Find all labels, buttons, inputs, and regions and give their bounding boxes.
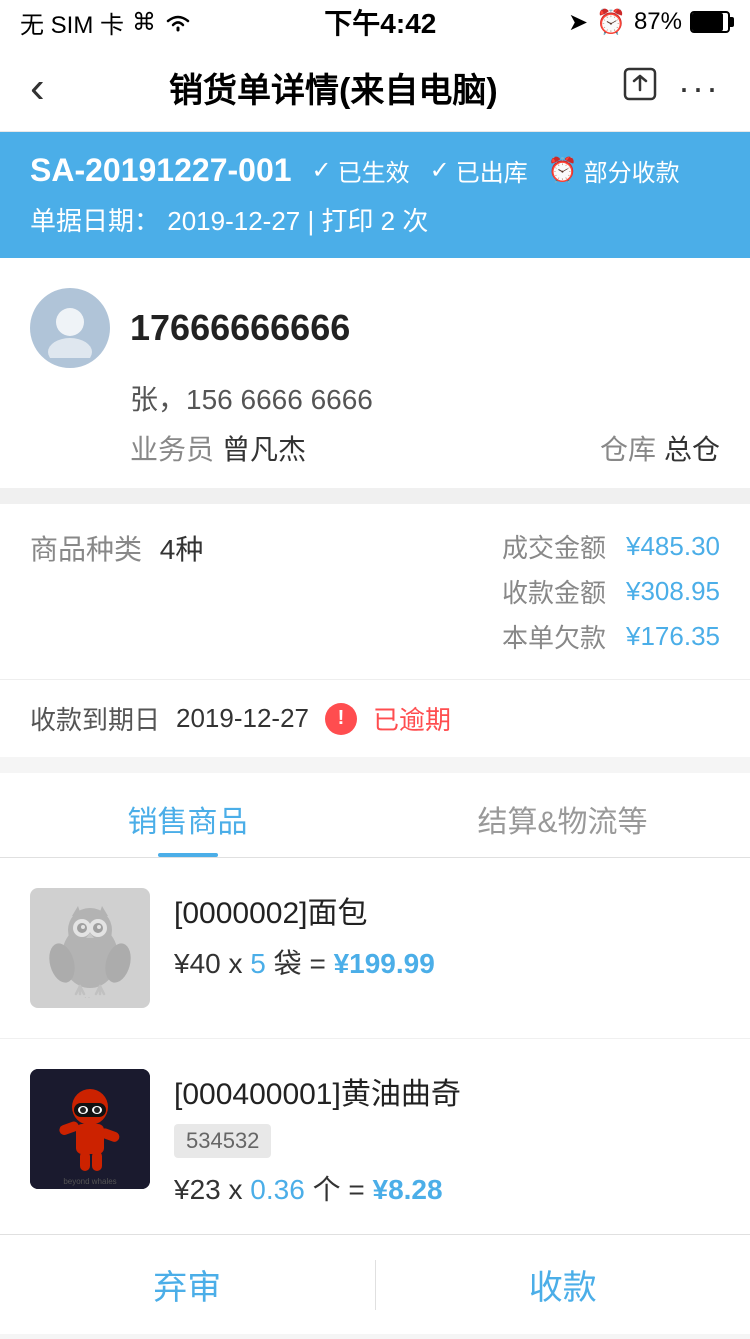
- due-label: 收款到期日: [30, 700, 160, 737]
- header-date-row: 单据日期： 2019-12-27 | 打印 2 次: [30, 201, 720, 238]
- warehouse-name: 总仓: [664, 428, 720, 468]
- order-id: SA-20191227-001: [30, 152, 292, 189]
- product-info-1: [0000002]面包 ¥40 x 5 袋 = ¥199.99: [174, 888, 720, 982]
- owed-value: ¥176.35: [626, 621, 720, 652]
- tab-settlement[interactable]: 结算&物流等: [375, 773, 750, 857]
- product-name-1: [0000002]面包: [174, 888, 720, 932]
- due-date: 2019-12-27: [176, 703, 309, 734]
- customer-section: 17666666666 张，156 6666 6666 业务员 曾凡杰 仓库 总…: [0, 258, 750, 488]
- avatar: [30, 288, 110, 368]
- status-bar-time: 下午4:42: [324, 2, 436, 42]
- summary-left: 商品种类 4种: [30, 528, 203, 574]
- summary-right: 成交金额 ¥485.30 收款金额 ¥308.95 本单欠款 ¥176.35: [502, 528, 720, 655]
- tab-sales-products[interactable]: 销售商品: [0, 773, 375, 857]
- collect-payment-button[interactable]: 收款: [376, 1240, 750, 1329]
- received-label: 收款金额: [502, 573, 606, 610]
- product-price-1: ¥40 x 5 袋 = ¥199.99: [174, 942, 720, 982]
- summary-section: 商品种类 4种 成交金额 ¥485.30 收款金额 ¥308.95 本单欠款 ¥…: [0, 504, 750, 679]
- list-item: 兽+ [0000002]面包 ¥40 x 5 袋 = ¥199.99: [0, 858, 750, 1039]
- status-bar: 无 SIM 卡 ⌘ 下午4:42 ➤ ⏰ 87%: [0, 0, 750, 44]
- battery-icon: [690, 11, 730, 33]
- status-partial: ⏰ 部分收款: [548, 153, 680, 188]
- print-info: | 打印 2 次: [307, 206, 428, 236]
- check-icon-shipped: ✓: [430, 156, 450, 185]
- bottom-bar: 弃审 收款: [0, 1234, 750, 1334]
- svg-text:兽+: 兽+: [82, 996, 98, 998]
- order-date: 2019-12-27: [167, 206, 300, 236]
- sales-name: 曾凡杰: [222, 428, 306, 468]
- wifi-icon: ⌘: [132, 8, 193, 37]
- overdue-icon: !: [325, 703, 357, 735]
- received-row: 收款金额 ¥308.95: [502, 573, 720, 610]
- share-icon[interactable]: [622, 66, 658, 110]
- svg-text:beyond whales: beyond whales: [63, 1177, 116, 1186]
- deal-amount-row: 成交金额 ¥485.30: [502, 528, 720, 565]
- page-title: 销货单详情(来自电脑): [169, 63, 498, 112]
- status-active: ✓ 已生效: [312, 153, 410, 188]
- product-qty-2: 0.36: [250, 1174, 305, 1205]
- nav-bar: ‹ 销货单详情(来自电脑) ···: [0, 44, 750, 132]
- sim-status: 无 SIM 卡: [20, 5, 124, 40]
- product-unit-2: 个: [313, 1174, 341, 1205]
- customer-name: 张，156 6666 6666: [130, 378, 720, 418]
- product-sku-2: 534532: [174, 1124, 271, 1158]
- nav-right: ···: [622, 66, 720, 110]
- battery-level: 87%: [634, 8, 682, 36]
- product-name-2: [000400001]黄油曲奇: [174, 1069, 720, 1113]
- deal-amount-label: 成交金额: [502, 528, 606, 565]
- date-label: 单据日期：: [30, 206, 160, 236]
- back-button[interactable]: ‹: [30, 63, 45, 113]
- alarm-icon: ⏰: [596, 8, 626, 37]
- overdue-text: 已逾期: [373, 700, 451, 737]
- price-base-1: ¥40: [174, 948, 221, 979]
- more-icon[interactable]: ···: [678, 67, 720, 109]
- kind-row: 商品种类 4种: [30, 528, 203, 568]
- header-band: SA-20191227-001 ✓ 已生效 ✓ 已出库 ⏰ 部分收款 单据日期：…: [0, 132, 750, 258]
- deal-amount-value: ¥485.30: [626, 531, 720, 562]
- sales-label: 业务员: [130, 428, 214, 468]
- check-icon-active: ✓: [312, 156, 332, 185]
- received-value: ¥308.95: [626, 576, 720, 607]
- status-shipped: ✓ 已出库: [430, 153, 528, 188]
- tabs-container: 销售商品 结算&物流等: [0, 773, 750, 858]
- divider-1: [0, 488, 750, 504]
- kind-label: 商品种类: [30, 534, 142, 565]
- product-unit-1: 袋: [274, 948, 302, 979]
- abandon-button[interactable]: 弃审: [0, 1240, 375, 1329]
- kind-value: 4种: [160, 534, 204, 565]
- clock-icon: ⏰: [548, 156, 578, 185]
- product-total-2: ¥8.28: [373, 1174, 443, 1205]
- product-thumbnail-1: 兽+: [30, 888, 150, 1008]
- list-item: beyond whales [000400001]黄油曲奇 534532 ¥23…: [0, 1039, 750, 1239]
- customer-meta: 业务员 曾凡杰 仓库 总仓: [130, 428, 720, 468]
- products-section: 兽+ [0000002]面包 ¥40 x 5 袋 = ¥199.99: [0, 858, 750, 1239]
- status-bar-right: ➤ ⏰ 87%: [568, 8, 730, 37]
- product-price-2: ¥23 x 0.36 个 = ¥8.28: [174, 1168, 720, 1208]
- product-total-1: ¥199.99: [334, 948, 435, 979]
- status-bar-left: 无 SIM 卡 ⌘: [20, 5, 193, 40]
- nav-left: ‹: [30, 63, 45, 113]
- product-thumbnail-2: beyond whales: [30, 1069, 150, 1189]
- owed-row: 本单欠款 ¥176.35: [502, 618, 720, 655]
- warehouse-label: 仓库: [600, 428, 656, 468]
- price-base-2: ¥23: [174, 1174, 221, 1205]
- product-qty-1: 5: [250, 948, 266, 979]
- customer-phone: 17666666666: [130, 307, 350, 349]
- location-icon: ➤: [568, 8, 588, 37]
- product-info-2: [000400001]黄油曲奇 534532 ¥23 x 0.36 个 = ¥8…: [174, 1069, 720, 1208]
- due-section: 收款到期日 2019-12-27 ! 已逾期: [0, 679, 750, 757]
- owed-label: 本单欠款: [502, 618, 606, 655]
